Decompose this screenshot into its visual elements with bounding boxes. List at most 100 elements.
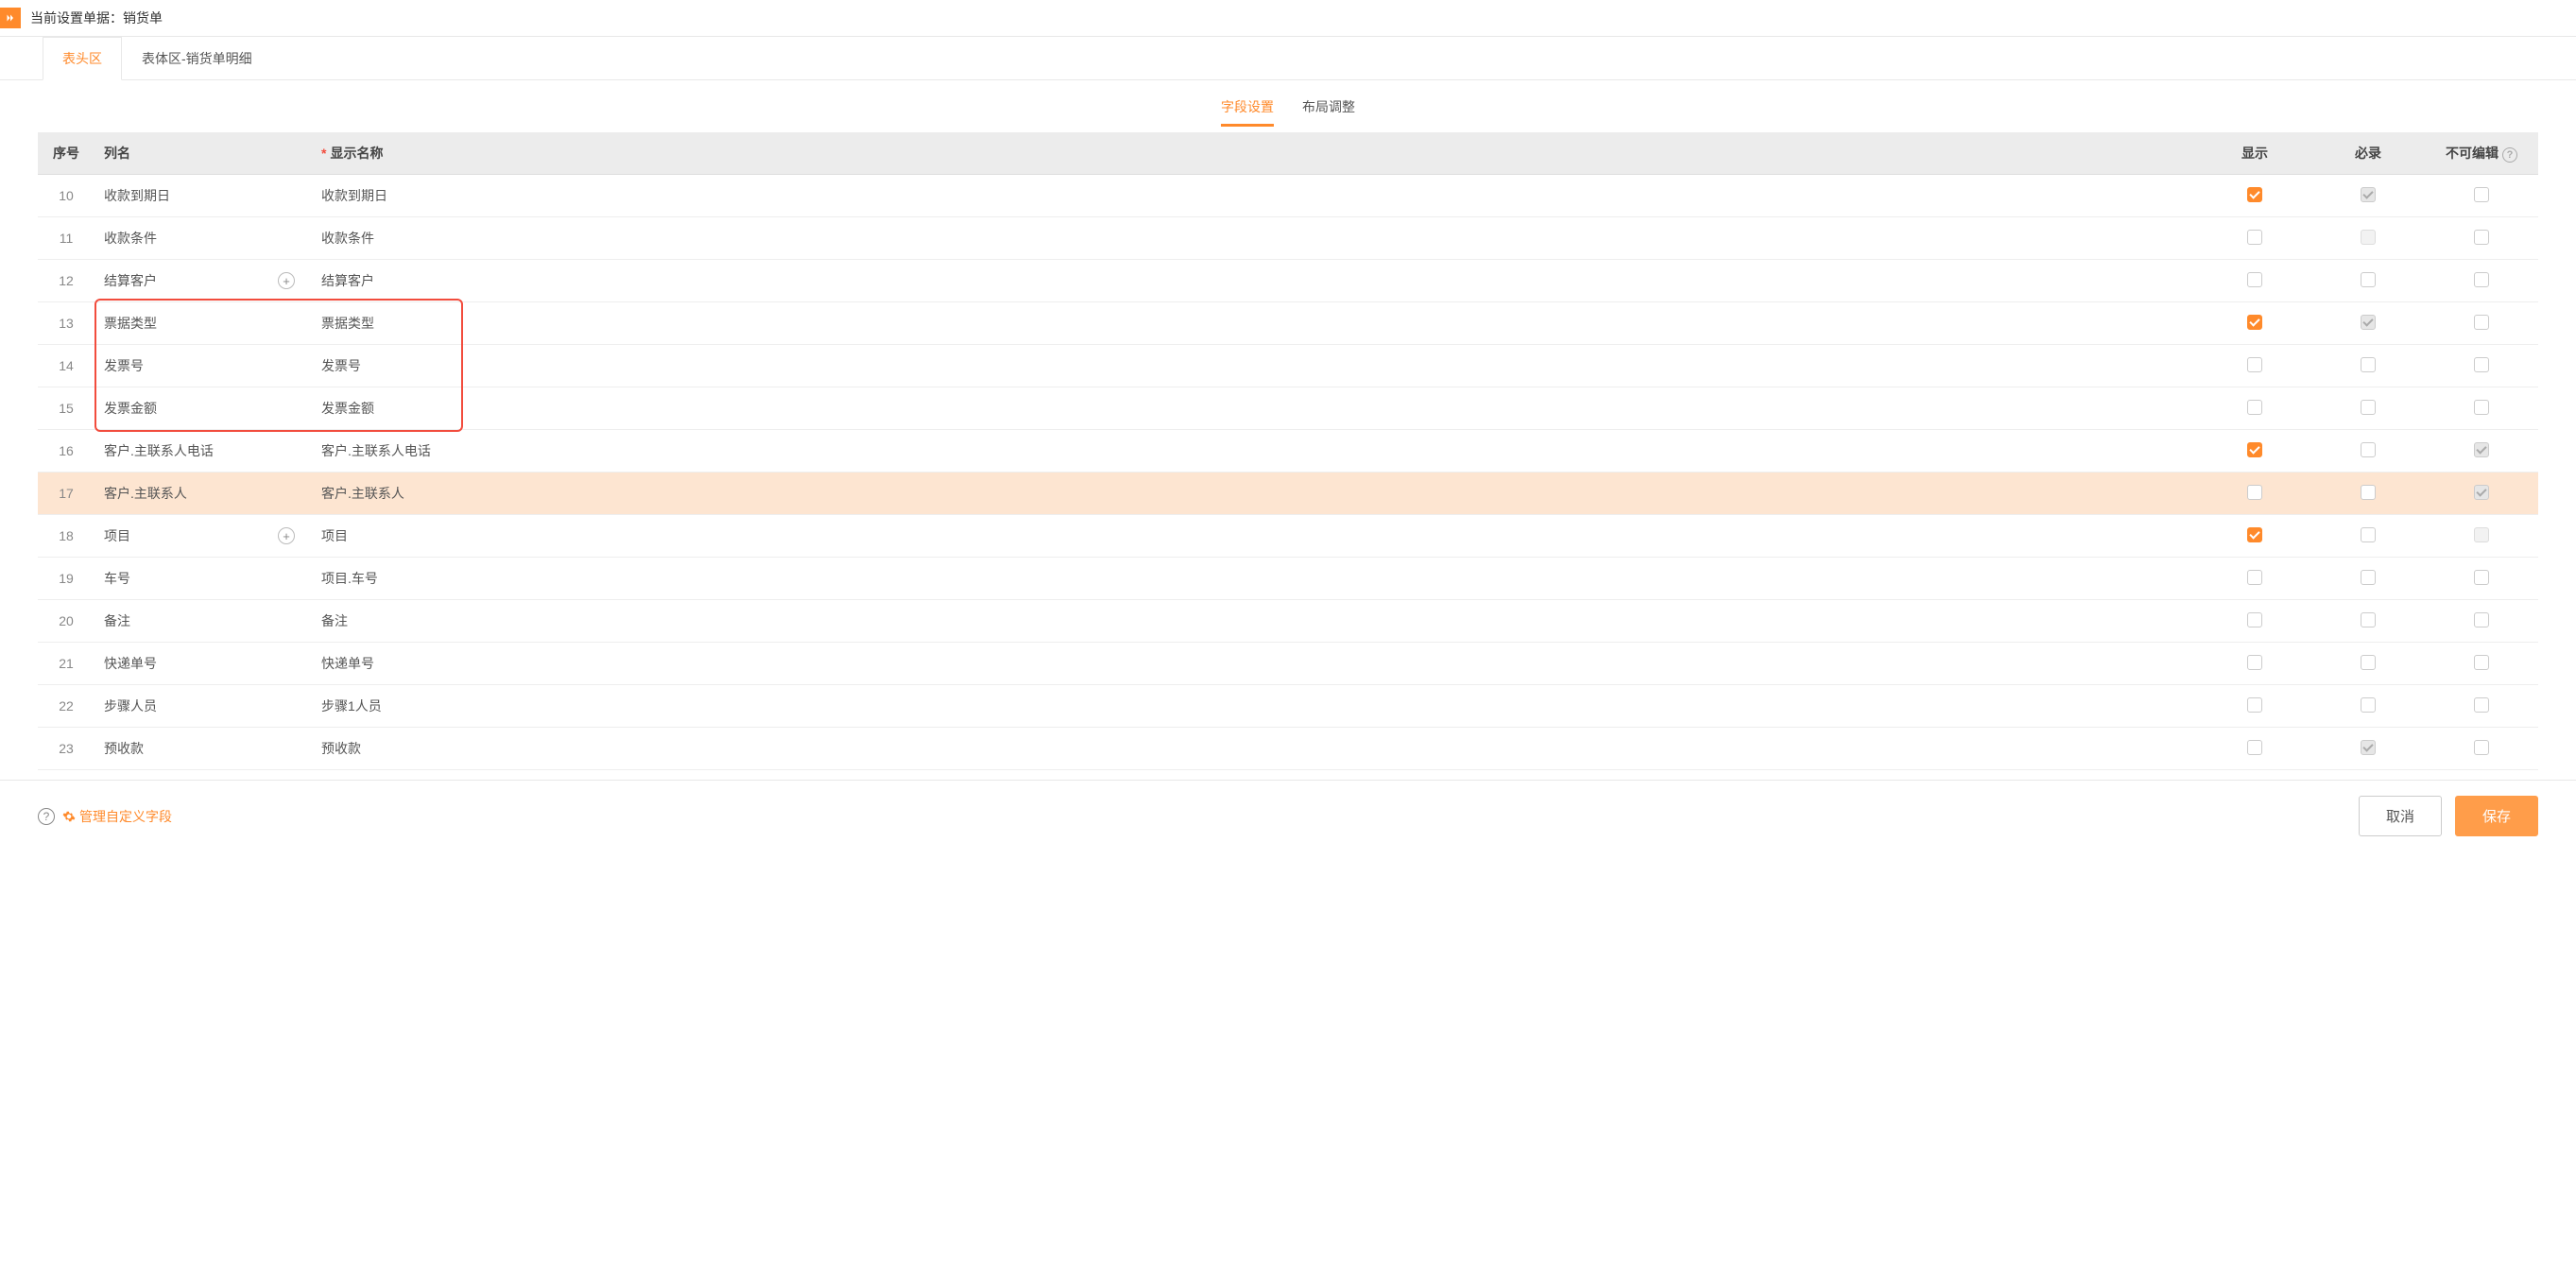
cancel-button[interactable]: 取消 bbox=[2359, 796, 2442, 836]
plus-icon[interactable]: + bbox=[278, 527, 295, 544]
checkbox-required[interactable] bbox=[2361, 400, 2376, 415]
tab-1[interactable]: 表体区-销货单明细 bbox=[122, 37, 272, 80]
cell-required bbox=[2311, 473, 2425, 515]
table-row: 22步骤人员步骤1人员 bbox=[38, 685, 2538, 728]
top-bar-title-value: 销货单 bbox=[123, 9, 163, 27]
help-icon[interactable]: ? bbox=[38, 808, 55, 825]
col-header-seq: 序号 bbox=[38, 132, 94, 175]
checkbox-show[interactable] bbox=[2247, 442, 2262, 457]
cell-required bbox=[2311, 302, 2425, 345]
help-icon[interactable]: ? bbox=[2502, 147, 2517, 163]
tab-0[interactable]: 表头区 bbox=[43, 37, 122, 80]
cell-noneditable bbox=[2425, 260, 2538, 302]
checkbox-required[interactable] bbox=[2361, 527, 2376, 542]
row-seq: 12 bbox=[38, 260, 94, 302]
row-display-name[interactable]: 项目 bbox=[312, 515, 2198, 558]
sub-tab-1[interactable]: 布局调整 bbox=[1302, 97, 1355, 127]
row-name: 收款条件 bbox=[94, 217, 312, 260]
cell-show bbox=[2198, 217, 2311, 260]
checkbox-noneditable[interactable] bbox=[2474, 230, 2489, 245]
required-marker: * bbox=[321, 146, 326, 161]
row-seq: 17 bbox=[38, 473, 94, 515]
checkbox-required[interactable] bbox=[2361, 357, 2376, 372]
save-button[interactable]: 保存 bbox=[2455, 796, 2538, 836]
checkbox-show[interactable] bbox=[2247, 697, 2262, 713]
table-row: 15发票金额发票金额 bbox=[38, 387, 2538, 430]
row-display-name[interactable]: 步骤1人员 bbox=[312, 685, 2198, 728]
checkbox-noneditable[interactable] bbox=[2474, 400, 2489, 415]
row-display-name[interactable]: 项目.车号 bbox=[312, 558, 2198, 600]
checkbox-noneditable[interactable] bbox=[2474, 272, 2489, 287]
main-tabs: 表头区表体区-销货单明细 bbox=[0, 37, 2576, 80]
cell-noneditable bbox=[2425, 430, 2538, 473]
checkbox-noneditable[interactable] bbox=[2474, 187, 2489, 202]
cell-noneditable bbox=[2425, 685, 2538, 728]
cell-required bbox=[2311, 685, 2425, 728]
plus-icon[interactable]: + bbox=[278, 272, 295, 289]
cell-required bbox=[2311, 217, 2425, 260]
checkbox-show[interactable] bbox=[2247, 740, 2262, 755]
checkbox-required[interactable] bbox=[2361, 442, 2376, 457]
cell-noneditable bbox=[2425, 345, 2538, 387]
cell-required bbox=[2311, 728, 2425, 770]
table-row: 10收款到期日收款到期日 bbox=[38, 175, 2538, 217]
cell-show bbox=[2198, 345, 2311, 387]
row-name: 备注 bbox=[94, 600, 312, 643]
row-display-name[interactable]: 客户.主联系人 bbox=[312, 473, 2198, 515]
checkbox-show[interactable] bbox=[2247, 357, 2262, 372]
checkbox-required[interactable] bbox=[2361, 272, 2376, 287]
checkbox-noneditable[interactable] bbox=[2474, 612, 2489, 627]
col-header-name: 列名 bbox=[94, 132, 312, 175]
row-display-name[interactable]: 发票号 bbox=[312, 345, 2198, 387]
row-display-name[interactable]: 预收款 bbox=[312, 728, 2198, 770]
checkbox-required[interactable] bbox=[2361, 570, 2376, 585]
row-display-name[interactable]: 票据类型 bbox=[312, 302, 2198, 345]
checkbox-required bbox=[2361, 187, 2376, 202]
table-row: 13票据类型票据类型 bbox=[38, 302, 2538, 345]
checkbox-noneditable[interactable] bbox=[2474, 740, 2489, 755]
checkbox-noneditable[interactable] bbox=[2474, 570, 2489, 585]
checkbox-required[interactable] bbox=[2361, 612, 2376, 627]
row-seq: 15 bbox=[38, 387, 94, 430]
cell-required bbox=[2311, 515, 2425, 558]
cell-show bbox=[2198, 515, 2311, 558]
checkbox-show[interactable] bbox=[2247, 315, 2262, 330]
row-name: 快递单号 bbox=[94, 643, 312, 685]
checkbox-required[interactable] bbox=[2361, 655, 2376, 670]
cell-noneditable bbox=[2425, 600, 2538, 643]
checkbox-show[interactable] bbox=[2247, 230, 2262, 245]
col-header-noneditable-text: 不可编辑 bbox=[2446, 146, 2499, 161]
checkbox-show[interactable] bbox=[2247, 187, 2262, 202]
checkbox-show[interactable] bbox=[2247, 527, 2262, 542]
checkbox-noneditable[interactable] bbox=[2474, 357, 2489, 372]
cell-noneditable bbox=[2425, 387, 2538, 430]
row-display-name[interactable]: 快递单号 bbox=[312, 643, 2198, 685]
cell-noneditable bbox=[2425, 473, 2538, 515]
checkbox-noneditable[interactable] bbox=[2474, 655, 2489, 670]
table-row: 12结算客户+结算客户 bbox=[38, 260, 2538, 302]
sub-tab-0[interactable]: 字段设置 bbox=[1221, 97, 1274, 127]
row-display-name[interactable]: 备注 bbox=[312, 600, 2198, 643]
checkbox-show[interactable] bbox=[2247, 655, 2262, 670]
manage-custom-fields-link[interactable]: 管理自定义字段 bbox=[62, 807, 172, 826]
checkbox-show[interactable] bbox=[2247, 485, 2262, 500]
expand-toggle[interactable] bbox=[0, 8, 21, 28]
checkbox-show[interactable] bbox=[2247, 570, 2262, 585]
checkbox-noneditable[interactable] bbox=[2474, 697, 2489, 713]
checkbox-show[interactable] bbox=[2247, 612, 2262, 627]
table-row: 21快递单号快递单号 bbox=[38, 643, 2538, 685]
row-display-name[interactable]: 收款条件 bbox=[312, 217, 2198, 260]
footer: ? 管理自定义字段 取消 保存 bbox=[0, 780, 2576, 851]
cell-required bbox=[2311, 175, 2425, 217]
row-display-name[interactable]: 发票金额 bbox=[312, 387, 2198, 430]
checkbox-required[interactable] bbox=[2361, 485, 2376, 500]
field-table: 序号 列名 *显示名称 显示 必录 不可编辑? 10收款到期日收款到期日11收款… bbox=[38, 132, 2538, 770]
row-display-name[interactable]: 收款到期日 bbox=[312, 175, 2198, 217]
checkbox-noneditable[interactable] bbox=[2474, 315, 2489, 330]
row-display-name[interactable]: 客户.主联系人电话 bbox=[312, 430, 2198, 473]
table-row: 18项目+项目 bbox=[38, 515, 2538, 558]
checkbox-show[interactable] bbox=[2247, 272, 2262, 287]
row-display-name[interactable]: 结算客户 bbox=[312, 260, 2198, 302]
checkbox-required[interactable] bbox=[2361, 697, 2376, 713]
checkbox-show[interactable] bbox=[2247, 400, 2262, 415]
